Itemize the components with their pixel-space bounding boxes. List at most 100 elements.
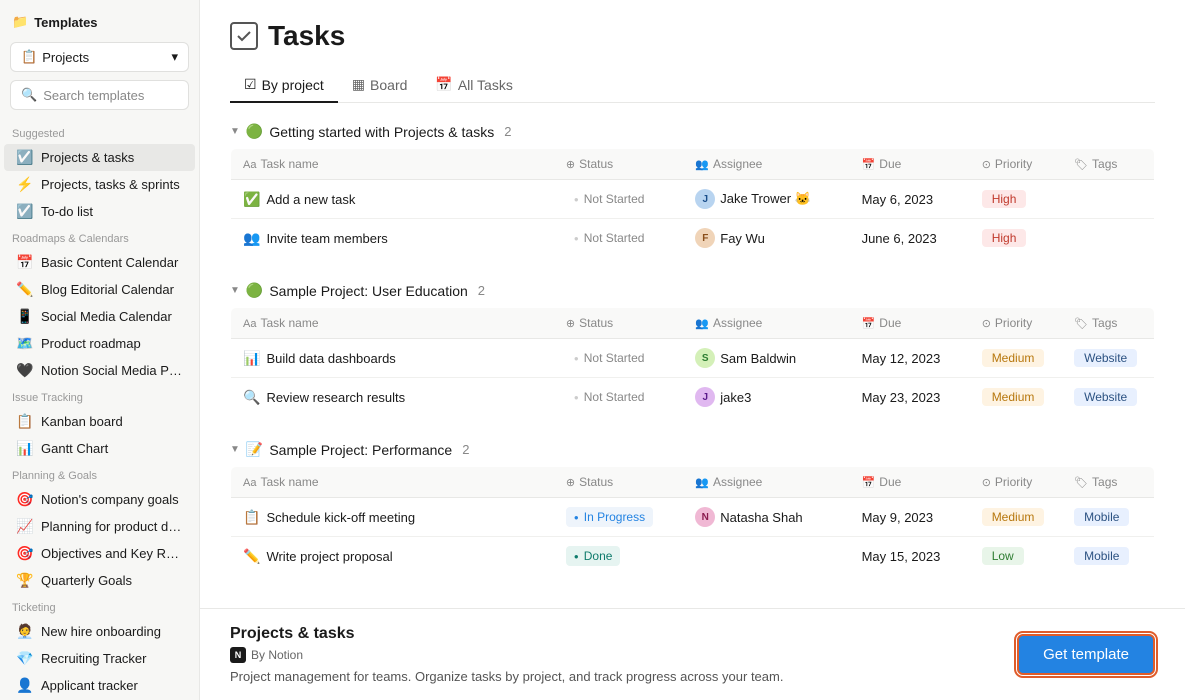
project-count: 2 [478, 283, 485, 298]
sidebar-item-quarterly-goals[interactable]: 🏆Quarterly Goals [4, 567, 195, 594]
task-emoji: 👥 [243, 230, 260, 247]
sidebar-item-notion-social-media-[interactable]: 🖤 Notion Social Media Planner [4, 357, 195, 384]
sidebar-item-applicant-tracker[interactable]: 👤Applicant tracker [4, 672, 195, 699]
sidebar-item-to-do-list[interactable]: ☑️To-do list [4, 198, 195, 225]
project-name: Sample Project: User Education [269, 283, 467, 299]
project-name: Sample Project: Performance [269, 442, 452, 458]
sidebar-title: Templates [34, 15, 97, 30]
tab-all-tasks[interactable]: 📅All Tasks [421, 68, 526, 103]
task-name-cell: ✏️Write project proposal [231, 537, 554, 576]
task-status-cell: Not Started [554, 339, 683, 378]
task-name-label: Add a new task [266, 192, 355, 207]
task-name-cell: ✅Add a new task [231, 180, 554, 219]
table-row[interactable]: ✏️Write project proposalDoneMay 15, 2023… [231, 537, 1155, 576]
table-row[interactable]: ✅Add a new taskNot StartedJJake Trower 🐱… [231, 180, 1155, 219]
sidebar-item-notion-s-company-goa[interactable]: 🎯Notion's company goals [4, 486, 195, 513]
sidebar-item-icon: ☑️ [16, 149, 34, 166]
hidden-group[interactable]: ▶ 1 hidden group [230, 600, 1155, 608]
table-row[interactable]: 📊 Build data dashboards Not StartedSSam Ba… [231, 339, 1155, 378]
col-header-assignee: 👥Assignee [683, 149, 849, 180]
sidebar: 📁 Templates 📋 Projects ▾ 🔍 Search templa… [0, 0, 200, 700]
avatar: F [695, 228, 715, 248]
task-emoji: 📊 [243, 350, 260, 367]
col-header-priority: ⊙Priority [970, 467, 1062, 498]
sidebar-item-label: Notion Social Media Planner [41, 363, 183, 378]
tab-by-project[interactable]: ☑By project [230, 68, 338, 103]
collapse-arrow[interactable]: ▼ [230, 444, 240, 455]
sidebar-item-icon: 📱 [16, 308, 34, 325]
table-row[interactable]: 👥Invite team membersNot StartedFFay WuJu… [231, 219, 1155, 258]
assignee-name: Sam Baldwin [720, 351, 796, 366]
project-count: 2 [462, 442, 469, 457]
task-assignee-cell: NNatasha Shah [683, 498, 849, 537]
sidebar-item-icon: 📊 [16, 440, 34, 457]
sidebar-item-kanban-board[interactable]: 📋Kanban board [4, 408, 195, 435]
sidebar-item-product-roadmap[interactable]: 🗺️Product roadmap [4, 330, 195, 357]
sidebar-item-blog-editorial-calen[interactable]: ✏️Blog Editorial Calendar [4, 276, 195, 303]
table-row[interactable]: 🔍Review research resultsNot StartedJjake… [231, 378, 1155, 417]
sidebar-item-label: Blog Editorial Calendar [41, 282, 183, 297]
col-header-due: 📅Due [850, 308, 970, 339]
main-content: Tasks ☑By project▦Board📅All Tasks ▼ 🟢 Ge… [200, 0, 1185, 608]
priority-badge: Medium [982, 388, 1045, 406]
sidebar-item-gantt-chart[interactable]: 📊 Gantt Chart [4, 435, 195, 462]
task-emoji: 📋 [243, 509, 260, 526]
collapse-arrow[interactable]: ▼ [230, 285, 240, 296]
sidebar-item-label: To-do list [41, 204, 183, 219]
sidebar-item-basic-content-calend[interactable]: 📅Basic Content Calendar [4, 249, 195, 276]
tab-icon: 📅 [435, 76, 452, 93]
task-due-cell: May 23, 2023 [850, 378, 970, 417]
sidebar-item-icon: 🎯 [16, 545, 34, 562]
sidebar-item-icon: 🧑‍💼 [16, 623, 34, 640]
col-header-tags: 🏷Tags [1062, 149, 1154, 180]
sidebar-item-projects---tasks[interactable]: ☑️Projects & tasks [4, 144, 195, 171]
task-tags-cell: Website [1062, 339, 1154, 378]
task-priority-cell: Medium [970, 498, 1062, 537]
tab-board[interactable]: ▦ Board [338, 68, 422, 103]
task-emoji: ✏️ [243, 548, 260, 565]
task-due-cell: May 15, 2023 [850, 537, 970, 576]
footer-title: Projects & tasks [230, 625, 783, 643]
projects-dropdown-icon: 📋 [21, 49, 37, 65]
assignee-name: Fay Wu [720, 231, 765, 246]
sidebar-section-label: Planning & Goals [0, 462, 199, 486]
col-header-task-name: AaTask name [231, 467, 554, 498]
col-header-tags: 🏷Tags [1062, 467, 1154, 498]
page-header: Tasks [230, 20, 1155, 52]
sidebar-item-new-hire-onboarding[interactable]: 🧑‍💼New hire onboarding [4, 618, 195, 645]
col-header-priority: ⊙Priority [970, 149, 1062, 180]
sidebar-item-projects--tasks---sp[interactable]: ⚡Projects, tasks & sprints [4, 171, 195, 198]
avatar: J [695, 387, 715, 407]
task-name-label: Build data dashboards [266, 351, 395, 366]
sidebar-item-social-media-calenda[interactable]: 📱 Social Media Calendar [4, 303, 195, 330]
sidebar-item-planning-for-product[interactable]: 📈Planning for product develop... [4, 513, 195, 540]
sidebar-item-label: Projects, tasks & sprints [41, 177, 183, 192]
table-row[interactable]: 📋Schedule kick-off meetingIn ProgressNNa… [231, 498, 1155, 537]
sidebar-item-label: Gantt Chart [41, 441, 183, 456]
sidebar-item-label: Applicant tracker [41, 678, 183, 693]
priority-badge: Medium [982, 508, 1045, 526]
main-panel: Tasks ☑By project▦Board📅All Tasks ▼ 🟢 Ge… [200, 0, 1185, 700]
priority-badge: Low [982, 547, 1024, 565]
tab-icon: ▦ [352, 76, 365, 93]
assignee-name: Natasha Shah [720, 510, 802, 525]
footer-bar: Projects & tasks N By Notion Project man… [200, 608, 1185, 700]
col-header-assignee: 👥Assignee [683, 308, 849, 339]
sidebar-section-label: Issue Tracking [0, 384, 199, 408]
tab-label: Board [370, 77, 407, 93]
sidebar-item-icon: 🖤 [16, 362, 34, 379]
tag-badge: Mobile [1074, 547, 1129, 565]
get-template-button[interactable]: Get template [1017, 634, 1155, 675]
collapse-arrow[interactable]: ▼ [230, 126, 240, 137]
sidebar-item-label: Social Media Calendar [41, 309, 183, 324]
task-assignee-cell: SSam Baldwin [683, 339, 849, 378]
projects-dropdown[interactable]: 📋 Projects ▾ [10, 42, 189, 72]
task-table: AaTask name⊕Status👥Assignee📅Due⊙Priority… [230, 307, 1155, 417]
sidebar-item-icon: 📅 [16, 254, 34, 271]
search-box[interactable]: 🔍 Search templates [10, 80, 189, 110]
sidebar-item-recruiting-tracker[interactable]: 💎Recruiting Tracker [4, 645, 195, 672]
sidebar-item-label: Objectives and Key Results [41, 546, 183, 561]
sidebar-item-objectives-and-key-r[interactable]: 🎯 Objectives and Key Results [4, 540, 195, 567]
tab-label: By project [262, 77, 324, 93]
task-status-cell: Not Started [554, 219, 683, 258]
